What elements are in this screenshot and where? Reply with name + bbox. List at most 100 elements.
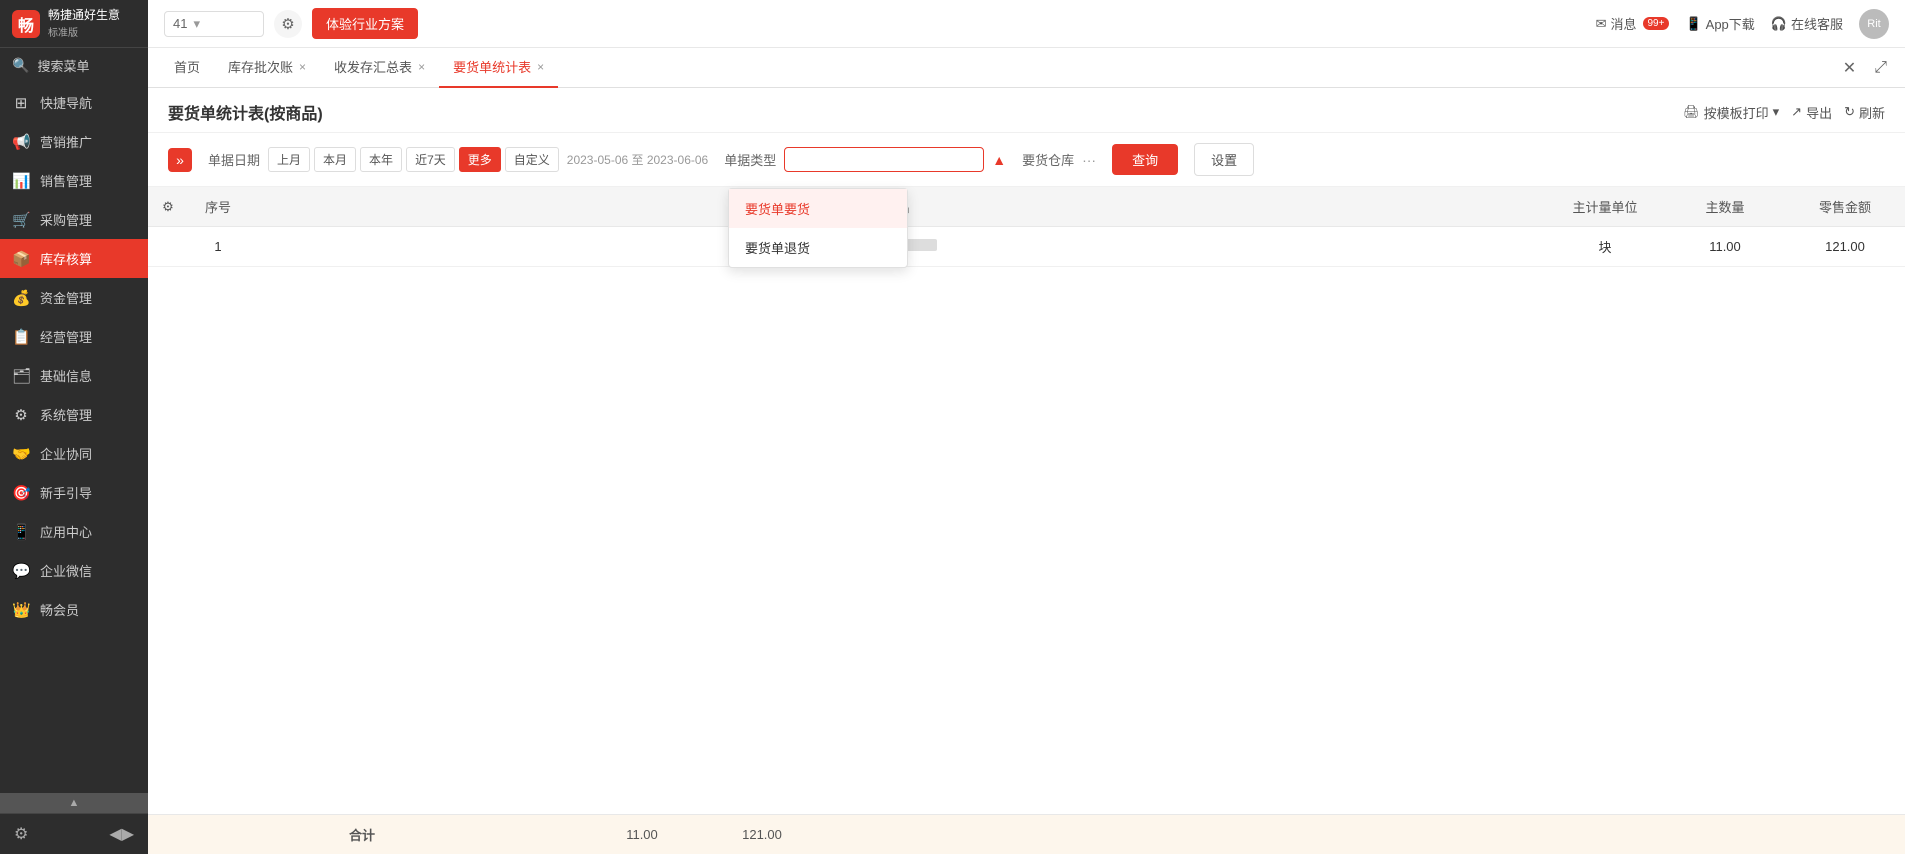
- refresh-icon: ↻: [1844, 104, 1855, 120]
- close-tab-button[interactable]: ✕: [1837, 56, 1862, 80]
- topbar-settings-button[interactable]: ⚙: [274, 10, 302, 38]
- export-button[interactable]: ↗ 导出: [1791, 103, 1832, 122]
- footer-qty-value: 11.00: [582, 827, 702, 842]
- this-month-btn[interactable]: 本月: [314, 147, 356, 172]
- sidebar-icon-base-info: 🗂: [12, 367, 30, 385]
- tab-close-batch-account[interactable]: ×: [299, 60, 306, 74]
- table-row: 1 块 11.00 121.00: [148, 227, 1905, 267]
- sidebar-icon-finance: 💰: [12, 289, 30, 307]
- sidebar-label-system: 系统管理: [40, 405, 92, 424]
- page-header: 要货单统计表(按商品) 🖨 按模板打印 ▾ ↗ 导出 ↻ 刷新: [148, 88, 1905, 133]
- app-name: 畅捷通好生意: [48, 8, 120, 24]
- user-avatar[interactable]: Rit: [1859, 9, 1889, 39]
- cell-qty-0: 11.00: [1665, 227, 1785, 267]
- sidebar-item-system[interactable]: ⚙ 系统管理: [0, 395, 148, 434]
- sidebar-item-operations[interactable]: 📋 经营管理: [0, 317, 148, 356]
- search-icon: 🔍: [12, 57, 29, 74]
- online-service-button[interactable]: 🎧 在线客服: [1771, 14, 1843, 33]
- filter-expand-button[interactable]: »: [168, 148, 192, 172]
- footer-amount-value: 121.00: [702, 827, 822, 842]
- col-amount-header: 零售金额: [1785, 187, 1905, 227]
- sidebar-item-inventory[interactable]: 📦库存核算: [0, 239, 148, 278]
- sidebar-icon-marketing: 📢: [12, 133, 30, 151]
- sidebar-label-guide: 新手引导: [40, 483, 92, 502]
- sidebar-icon-inventory: 📦: [12, 250, 30, 268]
- dropdown-item-order-goods[interactable]: 要货单要货: [729, 189, 907, 228]
- sidebar-icon-system: ⚙: [12, 406, 30, 424]
- sidebar-label-operations: 经营管理: [40, 327, 92, 346]
- sidebar-item-marketing[interactable]: 📢营销推广: [0, 122, 148, 161]
- page-content: 要货单统计表(按商品) 🖨 按模板打印 ▾ ↗ 导出 ↻ 刷新 »: [148, 88, 1905, 854]
- sidebar-label-sales: 销售管理: [40, 171, 92, 190]
- sidebar-item-quick-nav[interactable]: ⊞快捷导航: [0, 83, 148, 122]
- refresh-button[interactable]: ↻ 刷新: [1844, 103, 1885, 122]
- sidebar-label-app-center: 应用中心: [40, 522, 92, 541]
- this-year-btn[interactable]: 本年: [360, 147, 402, 172]
- cell-settings-0: [148, 227, 188, 267]
- custom-date-btn[interactable]: 自定义: [505, 147, 559, 172]
- sidebar-label-quick-nav: 快捷导航: [40, 93, 92, 112]
- sidebar-icon-operations: 📋: [12, 328, 30, 346]
- footer-total-label: 合计: [262, 825, 462, 844]
- collapse-icon[interactable]: ◀▶: [109, 824, 134, 844]
- sidebar-search-label: 搜索菜单: [37, 56, 89, 75]
- message-icon: ✉: [1596, 16, 1607, 32]
- type-filter-chevron-up-icon[interactable]: ▲: [992, 152, 1006, 168]
- sidebar-icon-sales: 📊: [12, 172, 30, 190]
- tab-close-order-stats[interactable]: ×: [537, 60, 544, 74]
- type-filter-group: 单据类型 ▲: [724, 147, 1006, 172]
- last-month-btn[interactable]: 上月: [268, 147, 310, 172]
- query-button[interactable]: 查询: [1112, 144, 1178, 175]
- app-download-button[interactable]: 📱 App下载: [1685, 14, 1754, 33]
- print-chevron-icon: ▾: [1773, 104, 1780, 120]
- sidebar-logo: 畅 畅捷通好生意 标准版: [0, 0, 148, 48]
- sidebar-item-sales[interactable]: 📊 销售管理: [0, 161, 148, 200]
- col-qty-header: 主数量: [1665, 187, 1785, 227]
- sidebar-item-guide[interactable]: 🎯新手引导: [0, 473, 148, 512]
- expand-tabs-button[interactable]: ⤢: [1868, 56, 1893, 80]
- table-header-row: ⚙ 序号 商品 主计量单位 主数量 零售金额: [148, 187, 1905, 227]
- company-selector-text: 41: [173, 16, 187, 31]
- type-filter-input[interactable]: [784, 147, 984, 172]
- sidebar-icon-purchase: 🛒: [12, 211, 30, 229]
- tab-home[interactable]: 首页: [160, 48, 214, 88]
- plan-button[interactable]: 体验行业方案: [312, 8, 418, 39]
- sidebar-item-member[interactable]: 👑 畅会员: [0, 590, 148, 629]
- settings-icon[interactable]: ⚙: [14, 824, 28, 844]
- export-label: 导出: [1806, 103, 1832, 122]
- sidebar-item-app-center[interactable]: 📱应用中心: [0, 512, 148, 551]
- tab-order-stats[interactable]: 要货单统计表×: [439, 48, 558, 88]
- tab-label-home: 首页: [174, 57, 200, 76]
- sidebar-label-base-info: 基础信息: [40, 366, 92, 385]
- date-filter-label: 单据日期: [208, 150, 260, 169]
- refresh-label: 刷新: [1859, 103, 1885, 122]
- sidebar-item-cooperation[interactable]: 🤝企业协同: [0, 434, 148, 473]
- print-button[interactable]: 🖨 按模板打印 ▾: [1683, 103, 1779, 122]
- topbar-right: ✉ 消息 99+ 📱 App下载 🎧 在线客服 Rit: [1596, 9, 1889, 39]
- message-label: 消息: [1610, 14, 1636, 33]
- dropdown-item-order-return[interactable]: 要货单退货: [729, 228, 907, 267]
- sidebar-item-wechat[interactable]: 💬企业微信: [0, 551, 148, 590]
- sidebar-label-cooperation: 企业协同: [40, 444, 92, 463]
- topbar-left: 41 ▾ ⚙ 体验行业方案: [164, 8, 1596, 39]
- sidebar-label-member: 畅会员: [40, 600, 79, 619]
- app-logo-icon: 畅: [12, 10, 40, 38]
- message-button[interactable]: ✉ 消息 99+: [1596, 14, 1670, 33]
- company-selector[interactable]: 41 ▾: [164, 11, 264, 37]
- avatar-text: Rit: [1859, 9, 1889, 39]
- tab-receipt-summary[interactable]: 收发存汇总表 ×: [320, 48, 439, 88]
- export-icon: ↗: [1791, 104, 1802, 120]
- last-7days-btn[interactable]: 近7天: [406, 147, 455, 172]
- sidebar-icon-member: 👑: [12, 601, 30, 619]
- settings-button[interactable]: 设置: [1194, 143, 1254, 176]
- tab-batch-account[interactable]: 库存批次账×: [214, 48, 320, 88]
- tab-label-receipt-summary: 收发存汇总表: [334, 57, 412, 76]
- sidebar-item-base-info[interactable]: 🗂 基础信息: [0, 356, 148, 395]
- tab-close-receipt-summary[interactable]: ×: [418, 60, 425, 74]
- sidebar-item-finance[interactable]: 💰资金管理: [0, 278, 148, 317]
- sidebar-search[interactable]: 🔍 搜索菜单: [0, 48, 148, 83]
- more-dates-btn[interactable]: 更多: [459, 147, 501, 172]
- sidebar-item-purchase[interactable]: 🛒采购管理: [0, 200, 148, 239]
- sidebar-scroll-down[interactable]: ▲: [0, 793, 148, 813]
- warehouse-more-icon[interactable]: ···: [1082, 152, 1096, 168]
